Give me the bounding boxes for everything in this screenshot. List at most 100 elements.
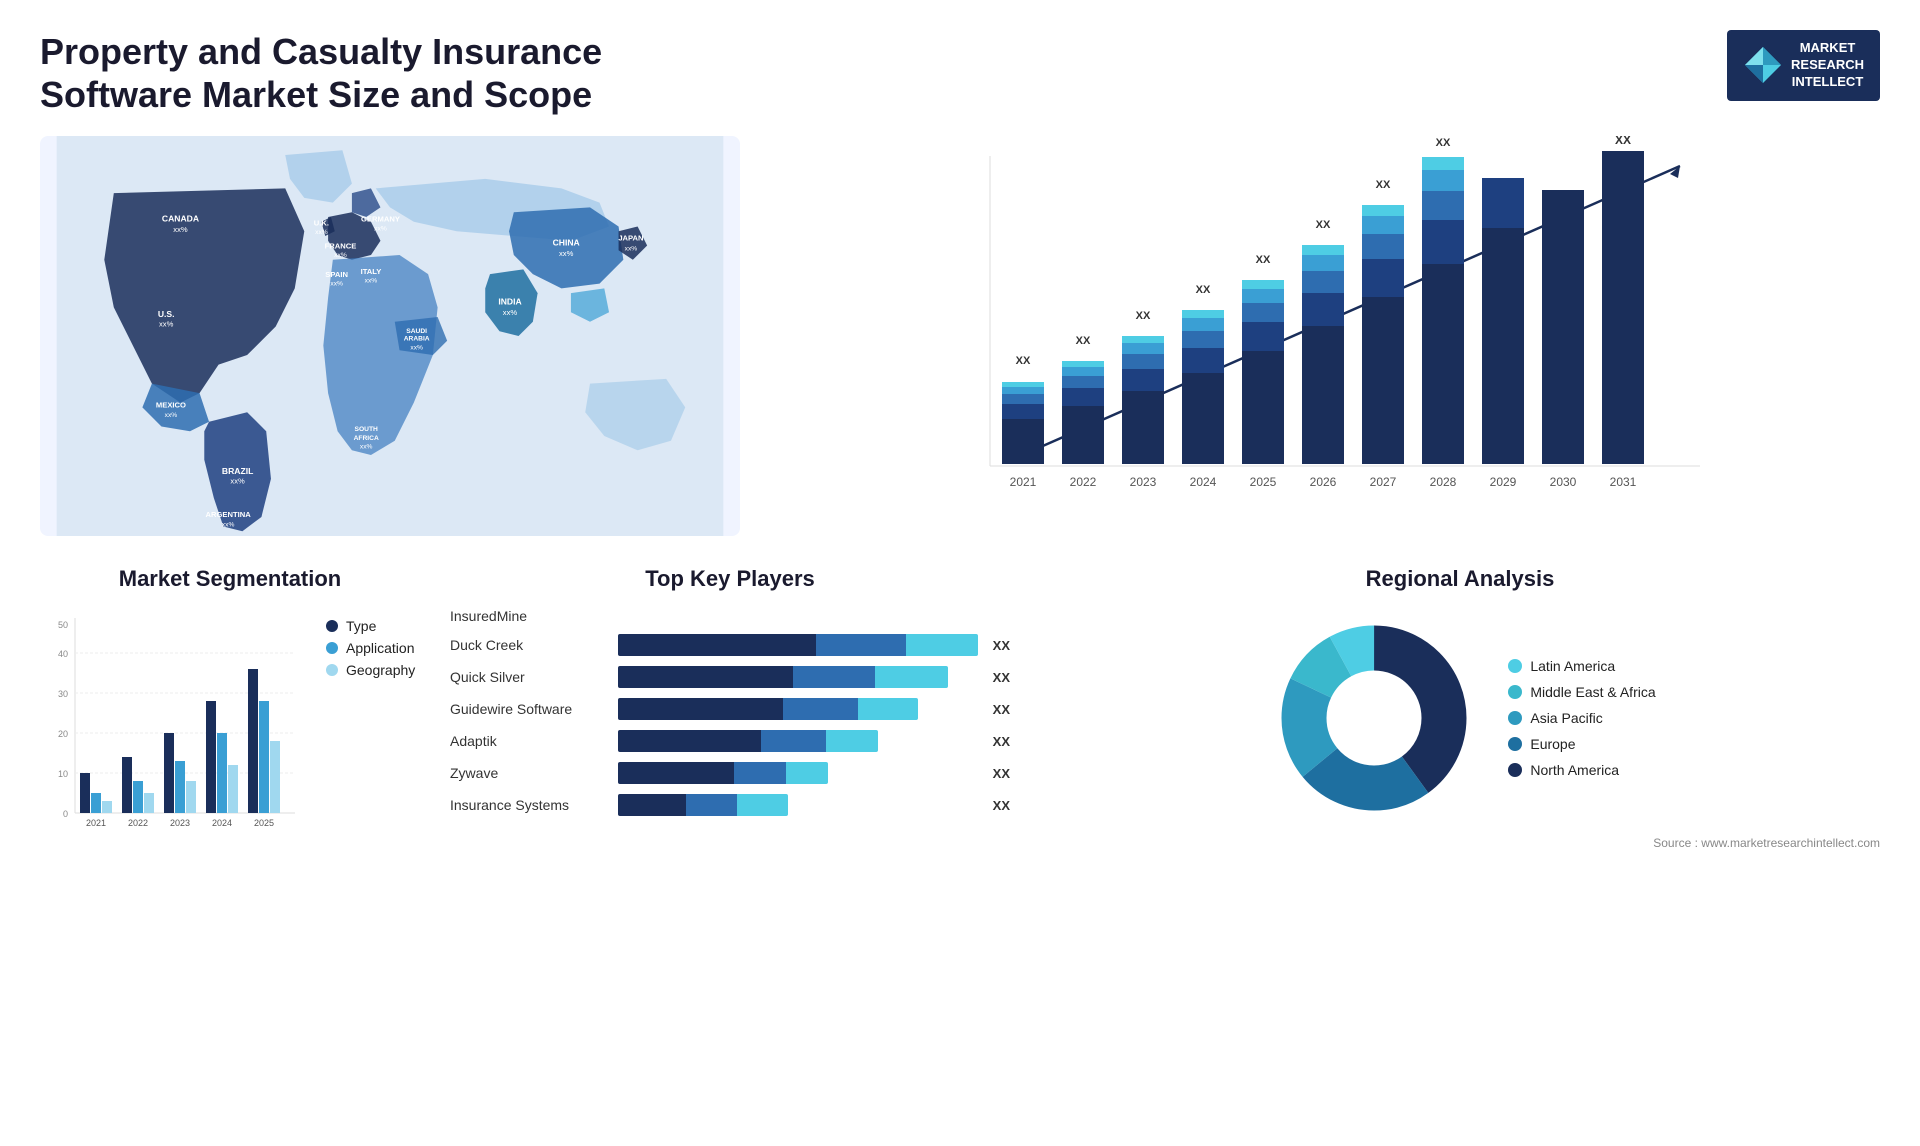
player-bar-quicksilver bbox=[618, 666, 979, 688]
svg-text:xx%: xx% bbox=[222, 522, 235, 529]
svg-text:2021: 2021 bbox=[86, 818, 106, 828]
svg-text:CHINA: CHINA bbox=[553, 238, 580, 248]
svg-text:xx%: xx% bbox=[330, 281, 343, 288]
seg-dot-type bbox=[326, 620, 338, 632]
legend-europe: Europe bbox=[1508, 736, 1655, 752]
key-players-section: Top Key Players InsuredMine Duck Creek bbox=[450, 566, 1010, 826]
svg-text:xx%: xx% bbox=[365, 278, 378, 285]
svg-text:2022: 2022 bbox=[1070, 475, 1097, 489]
svg-text:xx%: xx% bbox=[559, 249, 574, 258]
svg-text:2027: 2027 bbox=[1370, 475, 1397, 489]
donut-chart bbox=[1264, 608, 1484, 828]
regional-section: Regional Analysis bbox=[1040, 566, 1880, 850]
legend-dot-mea bbox=[1508, 685, 1522, 699]
seg-legend: Type Application Geography bbox=[316, 618, 415, 678]
svg-text:CANADA: CANADA bbox=[162, 214, 199, 224]
svg-text:xx%: xx% bbox=[159, 320, 174, 329]
svg-text:2030: 2030 bbox=[1550, 475, 1577, 489]
page-header: Property and Casualty Insurance Software… bbox=[40, 30, 1880, 116]
seg-label-type: Type bbox=[346, 618, 376, 634]
regional-legend: Latin America Middle East & Africa Asia … bbox=[1508, 658, 1655, 778]
svg-text:2029: 2029 bbox=[1490, 475, 1517, 489]
svg-text:30: 30 bbox=[58, 689, 68, 699]
legend-mea: Middle East & Africa bbox=[1508, 684, 1655, 700]
player-insuredmine: InsuredMine bbox=[450, 608, 1010, 624]
svg-text:20: 20 bbox=[58, 729, 68, 739]
legend-dot-latin bbox=[1508, 659, 1522, 673]
svg-text:U.K.: U.K. bbox=[314, 219, 329, 228]
svg-text:BRAZIL: BRAZIL bbox=[222, 466, 253, 476]
logo-text: MARKET RESEARCH INTELLECT bbox=[1791, 40, 1864, 91]
seg-legend-geography: Geography bbox=[326, 662, 415, 678]
svg-text:2025: 2025 bbox=[254, 818, 274, 828]
svg-text:50: 50 bbox=[58, 620, 68, 630]
legend-label-na: North America bbox=[1530, 762, 1619, 778]
legend-dot-asia bbox=[1508, 711, 1522, 725]
seg-label-application: Application bbox=[346, 640, 415, 656]
svg-text:U.S.: U.S. bbox=[158, 309, 175, 319]
svg-text:XX: XX bbox=[1136, 310, 1151, 322]
legend-label-asia: Asia Pacific bbox=[1530, 710, 1602, 726]
svg-text:XX: XX bbox=[1316, 219, 1331, 231]
legend-label-latin: Latin America bbox=[1530, 658, 1615, 674]
player-adaptik: Adaptik XX bbox=[450, 730, 1010, 752]
player-guidewire: Guidewire Software XX bbox=[450, 698, 1010, 720]
player-insurance-systems: Insurance Systems XX bbox=[450, 794, 1010, 816]
segmentation-title: Market Segmentation bbox=[40, 566, 420, 592]
logo-area: MARKET RESEARCH INTELLECT bbox=[1727, 30, 1880, 101]
svg-text:AFRICA: AFRICA bbox=[354, 435, 379, 442]
logo-box: MARKET RESEARCH INTELLECT bbox=[1727, 30, 1880, 101]
legend-label-mea: Middle East & Africa bbox=[1530, 684, 1655, 700]
regional-chart: Latin America Middle East & Africa Asia … bbox=[1040, 608, 1880, 828]
svg-text:XX: XX bbox=[1016, 355, 1031, 367]
player-name-adaptik: Adaptik bbox=[450, 733, 610, 749]
svg-text:XX: XX bbox=[1076, 335, 1091, 347]
seg-legend-application: Application bbox=[326, 640, 415, 656]
source-text: Source : www.marketresearchintellect.com bbox=[1040, 836, 1880, 850]
svg-text:SPAIN: SPAIN bbox=[325, 270, 348, 279]
svg-text:2031: 2031 bbox=[1610, 475, 1637, 489]
player-val-duckcreek: XX bbox=[993, 638, 1010, 653]
player-bar-guidewire bbox=[618, 698, 979, 720]
svg-text:xx%: xx% bbox=[360, 444, 373, 451]
logo-icon bbox=[1743, 45, 1783, 85]
seg-label-geography: Geography bbox=[346, 662, 415, 678]
svg-text:2024: 2024 bbox=[1190, 475, 1217, 489]
svg-text:ARGENTINA: ARGENTINA bbox=[205, 510, 251, 519]
player-name-insuredmine: InsuredMine bbox=[450, 608, 610, 624]
player-val-guidewire: XX bbox=[993, 702, 1010, 717]
svg-text:2028: 2028 bbox=[1430, 475, 1457, 489]
svg-text:2025: 2025 bbox=[1250, 475, 1277, 489]
regional-title: Regional Analysis bbox=[1040, 566, 1880, 592]
seg-legend-type: Type bbox=[326, 618, 415, 634]
player-zywave: Zywave XX bbox=[450, 762, 1010, 784]
svg-text:xx%: xx% bbox=[165, 412, 178, 419]
key-players-list: InsuredMine Duck Creek XX Quick Silve bbox=[450, 608, 1010, 816]
legend-dot-europe bbox=[1508, 737, 1522, 751]
top-section: CANADA xx% U.S. xx% MEXICO xx% BRAZIL xx… bbox=[40, 136, 1880, 536]
player-quicksilver: Quick Silver XX bbox=[450, 666, 1010, 688]
legend-label-europe: Europe bbox=[1530, 736, 1575, 752]
legend-north-america: North America bbox=[1508, 762, 1655, 778]
player-duckcreek: Duck Creek XX bbox=[450, 634, 1010, 656]
player-bar-insurance-systems bbox=[618, 794, 979, 816]
legend-asia-pacific: Asia Pacific bbox=[1508, 710, 1655, 726]
key-players-title: Top Key Players bbox=[450, 566, 1010, 592]
world-map: CANADA xx% U.S. xx% MEXICO xx% BRAZIL xx… bbox=[40, 136, 740, 536]
player-name-duckcreek: Duck Creek bbox=[450, 637, 610, 653]
svg-text:0: 0 bbox=[63, 809, 68, 819]
player-val-zywave: XX bbox=[993, 766, 1010, 781]
svg-text:xx%: xx% bbox=[374, 226, 387, 233]
svg-text:XX: XX bbox=[1196, 284, 1211, 296]
seg-dot-geography bbox=[326, 664, 338, 676]
svg-text:2026: 2026 bbox=[1310, 475, 1337, 489]
segmentation-svg: 0 10 20 30 40 50 bbox=[40, 608, 300, 848]
svg-text:xx%: xx% bbox=[315, 229, 328, 236]
segmentation-chart-container: 0 10 20 30 40 50 bbox=[40, 608, 420, 848]
player-name-quicksilver: Quick Silver bbox=[450, 669, 610, 685]
svg-text:ITALY: ITALY bbox=[361, 267, 382, 276]
page-title: Property and Casualty Insurance Software… bbox=[40, 30, 740, 116]
svg-text:40: 40 bbox=[58, 649, 68, 659]
player-val-insurance-systems: XX bbox=[993, 798, 1010, 813]
svg-text:xx%: xx% bbox=[625, 246, 638, 253]
